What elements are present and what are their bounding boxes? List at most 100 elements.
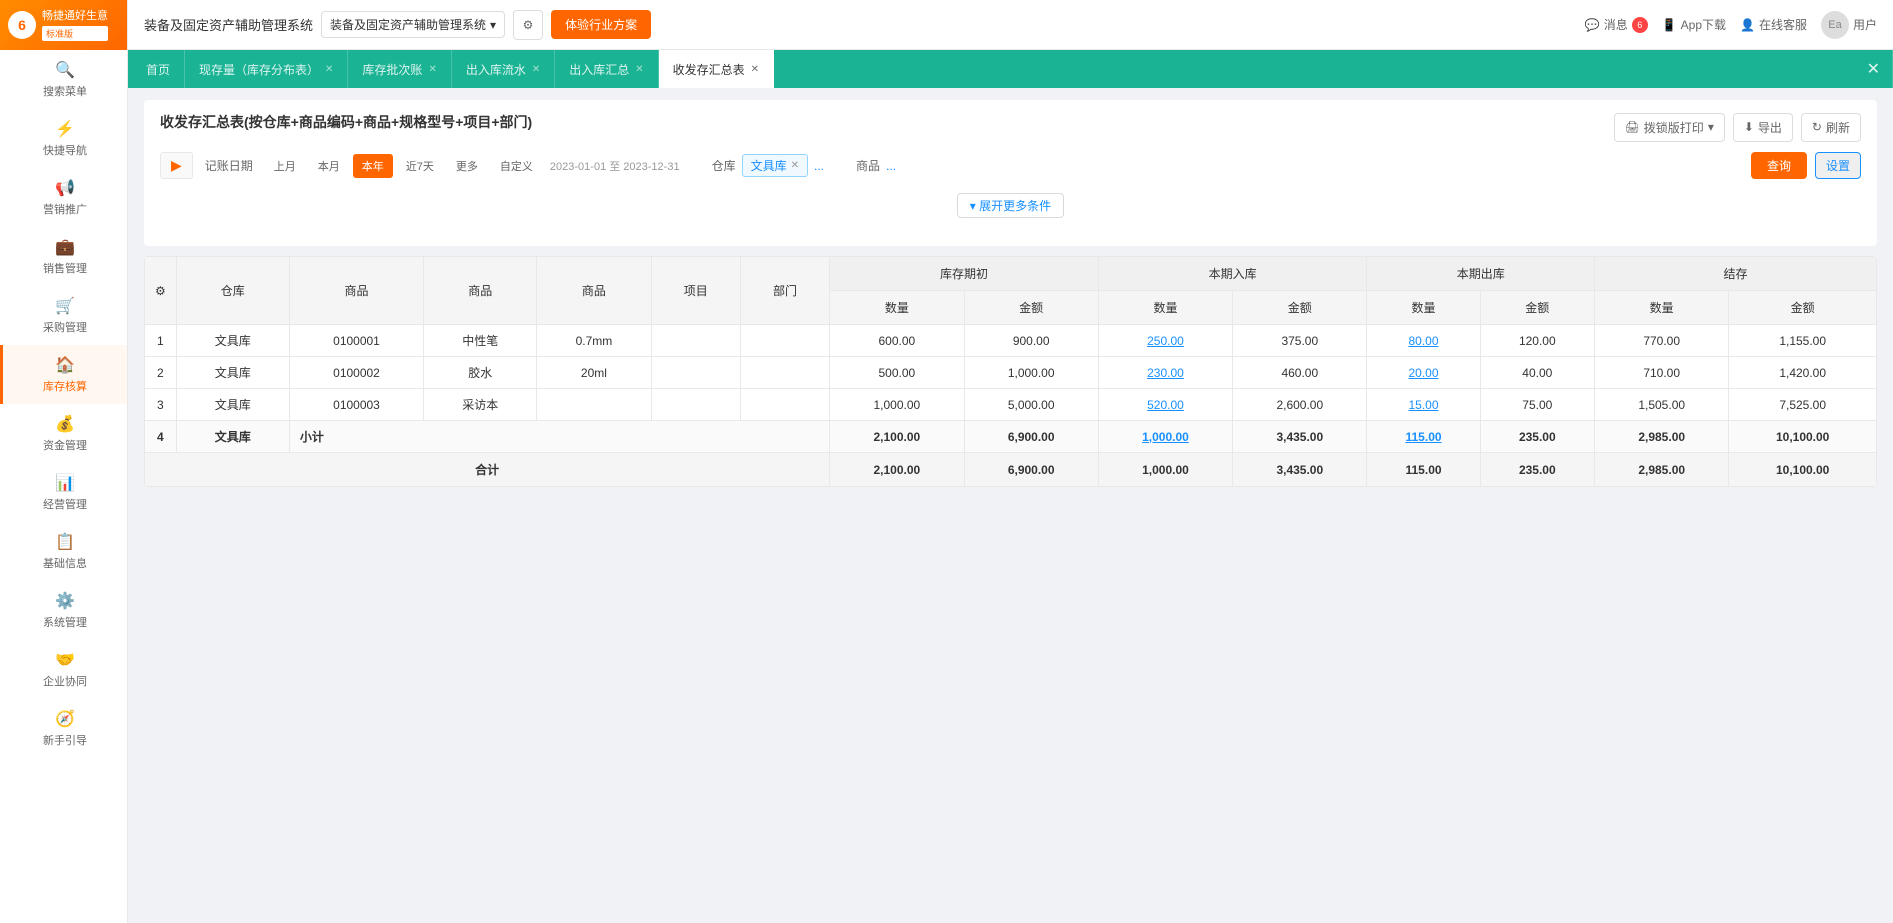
subtotal-warehouse: 文具库	[176, 421, 289, 453]
warehouse-more-btn[interactable]: ...	[814, 159, 824, 173]
row1-goods: 中性笔	[424, 325, 537, 357]
sidebar-item-finance[interactable]: 💰 资金管理	[0, 404, 127, 463]
tab-close-recv-send[interactable]: ✕	[751, 64, 759, 75]
service-icon: 👤	[1740, 18, 1755, 32]
message-badge: 6	[1632, 17, 1648, 33]
tab-close-inventory-dist[interactable]: ✕	[325, 64, 333, 75]
tab-inout-summary[interactable]: 出入库汇总 ✕	[555, 50, 658, 88]
date-btn-this-month[interactable]: 本月	[309, 154, 349, 178]
tab-home[interactable]: 首页	[132, 50, 185, 88]
main-content: 装备及固定资产辅助管理系统 装备及固定资产辅助管理系统 ▾ ⚙ 体验行业方案 💬…	[128, 0, 1893, 923]
row2-in-qty[interactable]: 230.00	[1098, 357, 1232, 389]
message-label: 消息	[1604, 16, 1628, 33]
date-btn-last-month[interactable]: 上月	[265, 154, 305, 178]
row2-open-qty: 500.00	[830, 357, 964, 389]
sidebar-logo: 6 畅捷通好生意 标准版	[0, 0, 127, 50]
sidebar-item-label: 搜索菜单	[43, 83, 87, 99]
subtotal-out-qty[interactable]: 115.00	[1367, 421, 1480, 453]
warehouse-filter: 仓库 文具库 ✕ ...	[712, 154, 824, 177]
sales-icon: 💼	[55, 237, 75, 257]
user-button[interactable]: Ea 用户	[1821, 11, 1877, 39]
message-button[interactable]: 💬 消息 6	[1585, 16, 1648, 33]
app-download-button[interactable]: 📱 App下载	[1662, 16, 1726, 33]
row1-no: 1	[145, 325, 177, 357]
col-outbound-header: 本期出库	[1367, 257, 1595, 291]
tab-close-inout-summary[interactable]: ✕	[635, 64, 643, 75]
guide-icon: 🧭	[55, 709, 75, 729]
col-outbound-amt-header: 金额	[1480, 291, 1594, 325]
expand-conditions-button[interactable]: ▾ 展开更多条件	[957, 193, 1064, 218]
sidebar-item-system[interactable]: ⚙️ 系统管理	[0, 581, 127, 640]
tab-batch[interactable]: 库存批次账 ✕	[348, 50, 451, 88]
tab-close-batch[interactable]: ✕	[428, 64, 436, 75]
refresh-button[interactable]: ↻ 刷新	[1801, 113, 1861, 142]
col-settings-header[interactable]: ⚙	[145, 257, 177, 325]
tab-inout-flow-label: 出入库流水	[466, 61, 526, 78]
row1-out-qty[interactable]: 80.00	[1367, 325, 1480, 357]
user-avatar: Ea	[1821, 11, 1849, 39]
export-button[interactable]: ⬇ 导出	[1733, 113, 1793, 142]
row1-in-qty[interactable]: 250.00	[1098, 325, 1232, 357]
footer-row: 合计 2,100.00 6,900.00 1,000.00 3,435.00 1…	[145, 453, 1877, 487]
quick-icon: ⚡	[55, 119, 75, 139]
query-button[interactable]: 查询	[1751, 152, 1807, 179]
subtotal-in-qty[interactable]: 1,000.00	[1098, 421, 1232, 453]
tab-close-all[interactable]: ✕	[1855, 50, 1893, 88]
purchase-icon: 🛒	[55, 296, 75, 316]
row3-in-amt: 2,600.00	[1233, 389, 1367, 421]
table-settings-icon[interactable]: ⚙	[155, 284, 166, 298]
col-opening-header: 库存期初	[830, 257, 1099, 291]
app-icon: 📱	[1662, 18, 1677, 32]
trial-button[interactable]: 体验行业方案	[551, 10, 651, 39]
row2-code: 0100002	[289, 357, 423, 389]
top-header: 装备及固定资产辅助管理系统 装备及固定资产辅助管理系统 ▾ ⚙ 体验行业方案 💬…	[128, 0, 1893, 50]
tab-batch-label: 库存批次账	[362, 61, 422, 78]
goods-more-btn[interactable]: ...	[886, 159, 896, 173]
date-btn-more[interactable]: 更多	[447, 154, 487, 178]
row3-open-qty: 1,000.00	[830, 389, 964, 421]
sidebar-item-basic[interactable]: 📋 基础信息	[0, 522, 127, 581]
chevron-down-icon: ▾	[490, 18, 496, 32]
sidebar-item-label: 经营管理	[43, 496, 87, 512]
tab-close-inout-flow[interactable]: ✕	[532, 64, 540, 75]
row3-goods: 采访本	[424, 389, 537, 421]
col-balance-amt-header: 金额	[1729, 291, 1877, 325]
row3-out-amt: 75.00	[1480, 389, 1594, 421]
warehouse-tag-close-btn[interactable]: ✕	[791, 160, 799, 171]
sidebar-item-purchase[interactable]: 🛒 采购管理	[0, 286, 127, 345]
tab-recv-send[interactable]: 收发存汇总表 ✕	[659, 50, 774, 88]
settings-button[interactable]: ⚙	[513, 10, 543, 40]
row1-open-qty: 600.00	[830, 325, 964, 357]
row3-out-qty[interactable]: 15.00	[1367, 389, 1480, 421]
col-warehouse-header: 仓库	[176, 257, 289, 325]
sidebar-item-marketing[interactable]: 📢 营销推广	[0, 168, 127, 227]
subtotal-in-amt: 3,435.00	[1233, 421, 1367, 453]
arrow-expand-icon[interactable]: ▶	[171, 157, 182, 174]
sidebar-item-search[interactable]: 🔍 搜索菜单	[0, 50, 127, 109]
filter-settings-button[interactable]: 设置	[1815, 152, 1861, 179]
tab-inventory-dist[interactable]: 现存量（库存分布表） ✕	[185, 50, 348, 88]
sidebar-item-quick[interactable]: ⚡ 快捷导航	[0, 109, 127, 168]
sidebar-item-business[interactable]: 📊 经营管理	[0, 463, 127, 522]
sidebar-item-collab[interactable]: 🤝 企业协同	[0, 640, 127, 699]
print-button[interactable]: 🖨 拨锁版打印 ▾	[1614, 113, 1725, 142]
col-dept-header: 部门	[740, 257, 829, 325]
goods-filter: 商品 ...	[856, 157, 896, 174]
col-balance-header: 结存	[1595, 257, 1877, 291]
sidebar-item-label: 采购管理	[43, 319, 87, 335]
row2-spec: 20ml	[537, 357, 651, 389]
service-button[interactable]: 👤 在线客服	[1740, 16, 1807, 33]
subtotal-bal-qty: 2,985.00	[1595, 421, 1729, 453]
expand-row: ▾ 展开更多条件	[160, 187, 1861, 224]
row3-in-qty[interactable]: 520.00	[1098, 389, 1232, 421]
row1-bal-amt: 1,155.00	[1729, 325, 1877, 357]
tab-inout-flow[interactable]: 出入库流水 ✕	[452, 50, 555, 88]
sidebar-item-guide[interactable]: 🧭 新手引导	[0, 699, 127, 758]
date-btn-custom[interactable]: 自定义	[491, 154, 542, 178]
date-btn-7days[interactable]: 近7天	[397, 154, 443, 178]
system-dropdown[interactable]: 装备及固定资产辅助管理系统 ▾	[321, 11, 505, 38]
sidebar-item-inventory[interactable]: 🏠 库存核算	[0, 345, 127, 404]
sidebar-item-sales[interactable]: 💼 销售管理	[0, 227, 127, 286]
row2-out-qty[interactable]: 20.00	[1367, 357, 1480, 389]
date-btn-this-year[interactable]: 本年	[353, 154, 393, 178]
